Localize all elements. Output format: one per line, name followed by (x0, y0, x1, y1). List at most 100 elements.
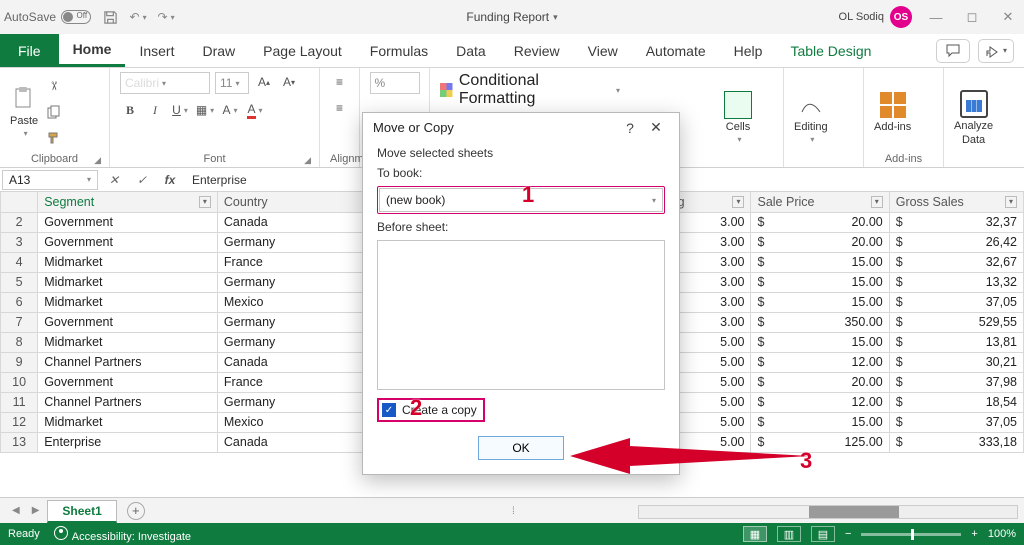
autosave-switch[interactable]: Off (61, 10, 91, 24)
editing-button[interactable]: Editing▾ (794, 91, 828, 144)
zoom-in-icon[interactable]: + (971, 528, 977, 540)
cells-button[interactable]: Cells▾ (724, 91, 752, 144)
redo-icon[interactable]: ↷▾ (157, 8, 175, 26)
accessibility-icon (54, 526, 68, 540)
tab-formulas[interactable]: Formulas (356, 34, 442, 67)
before-sheet-listbox[interactable] (377, 240, 665, 390)
dialog-title: Move or Copy (373, 120, 617, 135)
tab-page-layout[interactable]: Page Layout (249, 34, 356, 67)
new-sheet-button[interactable]: + (127, 502, 145, 520)
create-copy-checkbox[interactable]: ✓ (382, 403, 396, 417)
close-icon[interactable]: ✕ (996, 9, 1020, 25)
accessibility-status[interactable]: Accessibility: Investigate (54, 526, 191, 543)
normal-view-icon[interactable]: ▦ (743, 526, 767, 542)
border-icon[interactable]: ▦▾ (195, 100, 215, 120)
tab-help[interactable]: Help (720, 34, 777, 67)
italic-icon[interactable]: I (145, 100, 165, 120)
underline-icon[interactable]: U▾ (170, 100, 190, 120)
autosave-label: AutoSave (4, 10, 56, 24)
dialog-subtitle: Move selected sheets (377, 146, 665, 160)
tab-data[interactable]: Data (442, 34, 500, 67)
ok-button[interactable]: OK (478, 436, 564, 460)
annotation-2: 2 (410, 395, 422, 421)
tab-file[interactable]: File (0, 34, 59, 67)
maximize-icon[interactable]: ◻ (960, 9, 984, 25)
horizontal-scrollbar[interactable] (638, 505, 1018, 519)
annotation-1: 1 (522, 182, 534, 208)
avatar: OS (890, 6, 912, 28)
tab-draw[interactable]: Draw (188, 34, 249, 67)
cut-icon[interactable]: ✂ (44, 76, 64, 96)
copy-icon[interactable] (44, 102, 64, 122)
tab-split-icon[interactable]: ⁞ (512, 506, 517, 517)
number-format-select[interactable]: % (370, 72, 420, 94)
fill-color-icon[interactable]: A▾ (220, 100, 240, 120)
cancel-formula-icon[interactable]: ✕ (100, 173, 128, 187)
font-group-label: Font (203, 153, 225, 165)
zoom-out-icon[interactable]: − (845, 528, 851, 540)
fx-icon[interactable]: fx (156, 173, 184, 187)
addins-icon (880, 92, 906, 118)
col-sale-price[interactable]: Sale Price (757, 195, 814, 209)
comments-button[interactable] (936, 39, 970, 63)
clipboard-group-label: Clipboard (31, 153, 78, 165)
zoom-level[interactable]: 100% (988, 528, 1016, 540)
document-title[interactable]: Funding Report▾ (466, 10, 557, 24)
share-button[interactable]: ▾ (978, 39, 1014, 63)
sheet-tab-sheet1[interactable]: Sheet1 (47, 500, 116, 523)
analyze-data-button[interactable]: Analyze Data (954, 90, 993, 146)
decrease-font-icon[interactable]: A▾ (279, 72, 299, 92)
minimize-icon[interactable]: ― (924, 10, 948, 25)
col-country[interactable]: Country (224, 195, 268, 209)
align-top-icon[interactable]: ≡ (330, 72, 350, 92)
sheet-nav-next-icon[interactable]: ▶ (28, 505, 44, 516)
ribbon-tabs: File Home Insert Draw Page Layout Formul… (0, 34, 1024, 68)
autosave-toggle[interactable]: AutoSave Off (4, 10, 91, 24)
align-left-icon[interactable]: ≡ (330, 98, 350, 118)
to-book-label: To book: (377, 166, 665, 180)
filter-icon[interactable]: ▾ (732, 196, 744, 208)
bold-icon[interactable]: B (120, 100, 140, 120)
col-gross-sales[interactable]: Gross Sales (896, 195, 964, 209)
tab-view[interactable]: View (574, 34, 632, 67)
dialog-launcher-icon[interactable]: ◢ (304, 155, 311, 166)
filter-icon[interactable]: ▾ (871, 196, 883, 208)
account[interactable]: OL Sodiq OS (839, 6, 912, 28)
paste-button[interactable]: Paste ▾ (10, 85, 38, 138)
filter-icon[interactable]: ▾ (1005, 196, 1017, 208)
increase-font-icon[interactable]: A▴ (254, 72, 274, 92)
close-icon[interactable]: ✕ (643, 119, 669, 136)
undo-icon[interactable]: ↶▾ (129, 8, 147, 26)
font-color-icon[interactable]: A▾ (245, 100, 265, 120)
arrow-icon (570, 438, 810, 474)
to-book-highlight: (new book)▾ (377, 186, 665, 214)
conditional-formatting-icon (440, 83, 453, 97)
tab-automate[interactable]: Automate (632, 34, 720, 67)
status-ready: Ready (8, 528, 40, 540)
alignment-group-label: Alignm (330, 153, 364, 165)
help-icon[interactable]: ? (617, 120, 643, 136)
zoom-slider[interactable] (861, 533, 961, 536)
create-copy-highlight: ✓ Create a copy (377, 398, 485, 422)
tab-table-design[interactable]: Table Design (776, 34, 885, 67)
filter-icon[interactable]: ▾ (199, 196, 211, 208)
font-size-select[interactable]: 11▾ (215, 72, 249, 94)
sheet-tab-bar: ◀ ▶ Sheet1 + ⁞ (0, 497, 1024, 523)
tab-insert[interactable]: Insert (125, 34, 188, 67)
tab-review[interactable]: Review (500, 34, 574, 67)
page-break-view-icon[interactable]: ▤ (811, 526, 835, 542)
name-box[interactable]: A13▾ (2, 170, 98, 190)
save-icon[interactable] (101, 8, 119, 26)
title-bar: AutoSave Off ↶▾ ↷▾ Funding Report▾ OL So… (0, 0, 1024, 34)
tab-home[interactable]: Home (59, 34, 126, 67)
sheet-nav-prev-icon[interactable]: ◀ (8, 505, 24, 516)
format-painter-icon[interactable] (44, 128, 64, 148)
font-name-select[interactable]: Calibri▾ (120, 72, 210, 94)
dialog-launcher-icon[interactable]: ◢ (94, 155, 101, 166)
addins-button[interactable]: Add-ins (874, 91, 911, 133)
to-book-select[interactable]: (new book)▾ (379, 188, 663, 212)
conditional-formatting-button[interactable]: Conditional Formatting▾ (440, 72, 620, 108)
enter-formula-icon[interactable]: ✓ (128, 173, 156, 187)
col-segment[interactable]: Segment (44, 195, 94, 209)
page-layout-view-icon[interactable]: ▥ (777, 526, 801, 542)
